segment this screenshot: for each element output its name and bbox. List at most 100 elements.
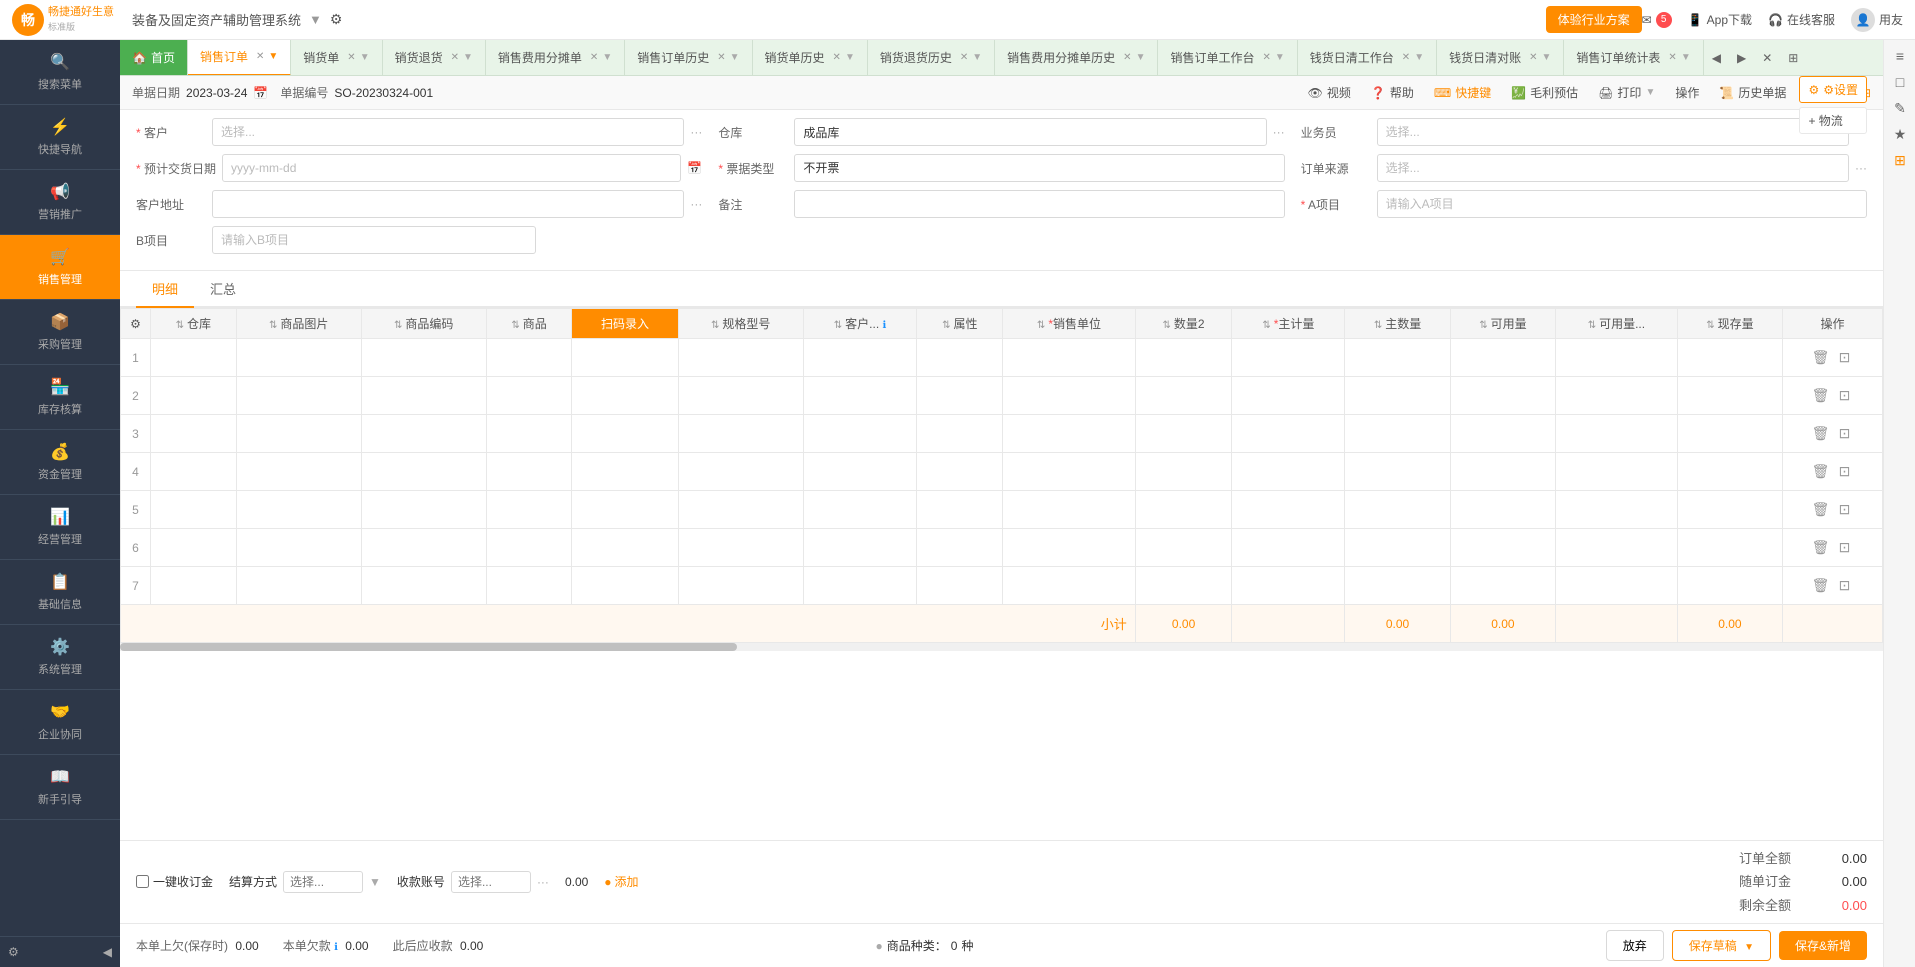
copy-row-1[interactable]: ⊡ bbox=[1835, 348, 1855, 368]
tab-sales-fee-split[interactable]: 销售费用分摊单 ✕ ▼ bbox=[486, 40, 625, 76]
tab-order-history[interactable]: 销售订单历史 ✕ ▼ bbox=[625, 40, 752, 76]
customer-dots[interactable]: ··· bbox=[690, 125, 702, 139]
tab-cash-daily[interactable]: 钱货日清工作台 ✕ ▼ bbox=[1298, 40, 1437, 76]
cell-current-2[interactable] bbox=[1677, 377, 1782, 415]
cell-product-5[interactable] bbox=[486, 491, 572, 529]
cell-customer-code-6[interactable] bbox=[803, 529, 917, 567]
th-settings[interactable]: ⚙ bbox=[121, 309, 151, 339]
th-main-qty[interactable]: 主数量 bbox=[1345, 309, 1450, 339]
calendar-icon[interactable]: 📅 bbox=[253, 86, 268, 100]
cell-attribute-7[interactable] bbox=[917, 567, 1003, 605]
receipt-account-input[interactable] bbox=[451, 871, 531, 893]
cell-current-4[interactable] bbox=[1677, 453, 1782, 491]
cell-main-unit-6[interactable] bbox=[1232, 529, 1345, 567]
tab-more[interactable]: ✕ bbox=[1754, 40, 1780, 76]
cell-spec-3[interactable] bbox=[678, 415, 803, 453]
tab-sales-order[interactable]: 销售订单 ✕ ▼ bbox=[188, 40, 291, 76]
cell-available-5[interactable] bbox=[1450, 491, 1555, 529]
cell-current-5[interactable] bbox=[1677, 491, 1782, 529]
cell-warehouse-5[interactable] bbox=[151, 491, 237, 529]
delete-row-2[interactable]: 🗑 bbox=[1811, 386, 1831, 406]
cell-img-1[interactable] bbox=[236, 339, 361, 377]
cell-customer-code-2[interactable] bbox=[803, 377, 917, 415]
cell-available2-1[interactable] bbox=[1556, 339, 1678, 377]
cell-sales-unit-7[interactable] bbox=[1003, 567, 1136, 605]
cell-available2-5[interactable] bbox=[1556, 491, 1678, 529]
th-spec[interactable]: 规格型号 bbox=[678, 309, 803, 339]
th-product-img[interactable]: 商品图片 bbox=[236, 309, 361, 339]
cell-warehouse-3[interactable] bbox=[151, 415, 237, 453]
order-source-dots[interactable]: ··· bbox=[1855, 161, 1867, 175]
cell-code-7[interactable] bbox=[361, 567, 486, 605]
one-click-checkout-checkbox[interactable] bbox=[136, 875, 149, 888]
copy-row-7[interactable]: ⊡ bbox=[1835, 576, 1855, 596]
tab-sales-refund[interactable]: 销货退货 ✕ ▼ bbox=[383, 40, 486, 76]
sidebar-item-capital[interactable]: 💰 资金管理 bbox=[0, 430, 120, 495]
th-customer-code[interactable]: 客户... ℹ bbox=[803, 309, 917, 339]
sidebar-collapse-btn[interactable]: ◀ bbox=[103, 945, 112, 959]
sidebar-item-basic[interactable]: 📋 基础信息 bbox=[0, 560, 120, 625]
save-draft-dropdown-icon[interactable]: ▼ bbox=[1744, 942, 1754, 953]
cell-customer-code-5[interactable] bbox=[803, 491, 917, 529]
cell-qty2-1[interactable] bbox=[1135, 339, 1232, 377]
tab-home[interactable]: 🏠 首页 bbox=[120, 40, 188, 76]
cell-main-qty-5[interactable] bbox=[1345, 491, 1450, 529]
tab-close-cash-reconcile[interactable]: ✕ bbox=[1529, 52, 1537, 63]
table-scrollbar[interactable] bbox=[120, 643, 1883, 651]
order-source-input[interactable] bbox=[1377, 154, 1849, 182]
sidebar-item-marketing[interactable]: 📢 营销推广 bbox=[0, 170, 120, 235]
cell-code-4[interactable] bbox=[361, 453, 486, 491]
cell-warehouse-1[interactable] bbox=[151, 339, 237, 377]
sidebar-item-operations[interactable]: 📊 经营管理 bbox=[0, 495, 120, 560]
invoice-type-select[interactable]: 不开票 普通发票 增值税发票 bbox=[794, 154, 1284, 182]
tab-summary[interactable]: 汇总 bbox=[194, 271, 252, 308]
tab-close-sales-refund[interactable]: ✕ bbox=[451, 52, 459, 63]
cell-customer-code-4[interactable] bbox=[803, 453, 917, 491]
copy-row-2[interactable]: ⊡ bbox=[1835, 386, 1855, 406]
save-draft-btn[interactable]: 保存草稿 ▼ bbox=[1672, 930, 1771, 961]
sidebar-item-search[interactable]: 🔍 搜索菜单 bbox=[0, 40, 120, 105]
tab-scroll-left[interactable]: ◀ bbox=[1704, 40, 1729, 76]
tab-close-sales-order[interactable]: ✕ bbox=[256, 51, 264, 62]
cell-current-6[interactable] bbox=[1677, 529, 1782, 567]
tab-close-order-history[interactable]: ✕ bbox=[717, 52, 725, 63]
cell-sales-unit-1[interactable] bbox=[1003, 339, 1136, 377]
cell-main-unit-3[interactable] bbox=[1232, 415, 1345, 453]
cell-product-6[interactable] bbox=[486, 529, 572, 567]
date-value[interactable]: 2023-03-24 bbox=[186, 86, 247, 100]
tab-close-sales-return[interactable]: ✕ bbox=[347, 52, 355, 63]
cell-scan-7[interactable] bbox=[572, 567, 678, 605]
add-receipt-btn[interactable]: ● 添加 bbox=[604, 873, 638, 890]
th-current[interactable]: 现存量 bbox=[1677, 309, 1782, 339]
sidebar-item-cooperation[interactable]: 🤝 企业协同 bbox=[0, 690, 120, 755]
tab-close-refund-history[interactable]: ✕ bbox=[960, 52, 968, 63]
cell-attribute-5[interactable] bbox=[917, 491, 1003, 529]
app-download-btn[interactable]: 📱 App下载 bbox=[1688, 11, 1752, 28]
cell-spec-6[interactable] bbox=[678, 529, 803, 567]
cell-qty2-2[interactable] bbox=[1135, 377, 1232, 415]
delete-row-5[interactable]: 🗑 bbox=[1811, 500, 1831, 520]
tab-cash-reconcile[interactable]: 钱货日清对账 ✕ ▼ bbox=[1437, 40, 1564, 76]
notification-area[interactable]: ✉ 5 bbox=[1642, 12, 1672, 28]
th-available[interactable]: 可用量 bbox=[1450, 309, 1555, 339]
cell-attribute-6[interactable] bbox=[917, 529, 1003, 567]
cell-img-5[interactable] bbox=[236, 491, 361, 529]
tab-close-order-workbench[interactable]: ✕ bbox=[1262, 52, 1270, 63]
address-input[interactable] bbox=[212, 190, 684, 218]
view-btn[interactable]: 👁 视频 bbox=[1302, 82, 1357, 103]
dropdown-arrow-icon[interactable]: ▼ bbox=[309, 12, 322, 27]
sidebar-item-inventory[interactable]: 🏪 库存核算 bbox=[0, 365, 120, 430]
cell-attribute-3[interactable] bbox=[917, 415, 1003, 453]
additem-float-btn[interactable]: + 物流 bbox=[1799, 107, 1867, 134]
cell-available2-4[interactable] bbox=[1556, 453, 1678, 491]
customer-input[interactable] bbox=[212, 118, 684, 146]
tab-grid-view[interactable]: ⊞ bbox=[1780, 40, 1806, 76]
cell-available2-3[interactable] bbox=[1556, 415, 1678, 453]
delete-row-1[interactable]: 🗑 bbox=[1811, 348, 1831, 368]
tab-sales-stats[interactable]: 销售订单统计表 ✕ ▼ bbox=[1564, 40, 1703, 76]
scrollbar-thumb[interactable] bbox=[120, 643, 737, 651]
shortcut-btn[interactable]: ⌨ 快捷键 bbox=[1428, 82, 1497, 103]
cell-qty2-6[interactable] bbox=[1135, 529, 1232, 567]
th-attribute[interactable]: 属性 bbox=[917, 309, 1003, 339]
sidebar-item-guide[interactable]: 📖 新手引导 bbox=[0, 755, 120, 820]
